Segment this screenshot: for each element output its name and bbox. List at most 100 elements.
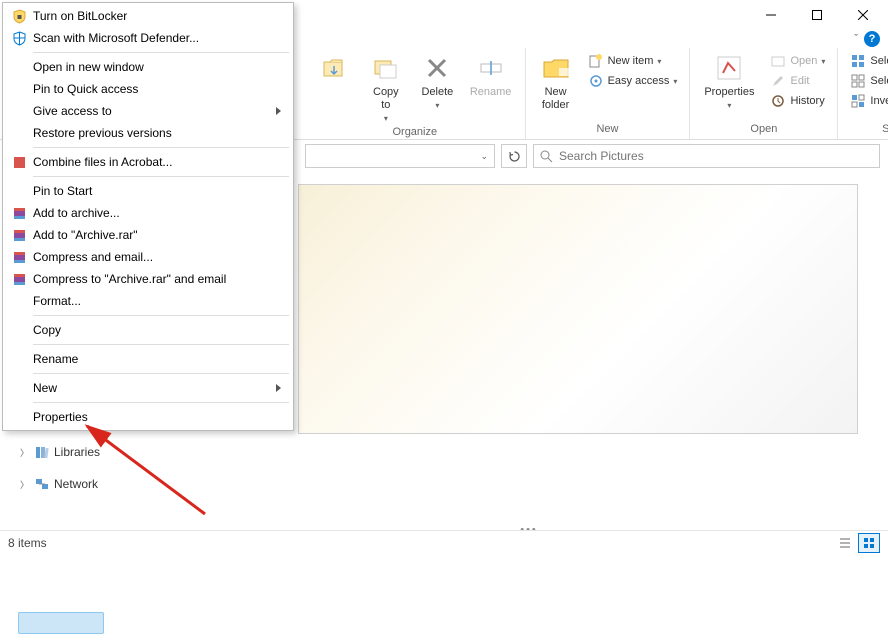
easy-access-label: Easy access bbox=[608, 75, 670, 87]
history-label: History bbox=[790, 95, 824, 107]
cm-compress-email-label: Compress and email... bbox=[33, 250, 153, 264]
new-item-label: New item bbox=[608, 55, 654, 67]
expand-icon[interactable]: 〉 bbox=[20, 446, 30, 459]
rename-button[interactable]: Rename bbox=[465, 50, 517, 101]
history-button[interactable]: History bbox=[766, 92, 829, 110]
status-bar: 8 items bbox=[0, 530, 888, 554]
open-button[interactable]: Open ▾ bbox=[766, 52, 829, 70]
properties-label: Properties bbox=[704, 86, 754, 99]
copy-to-icon bbox=[370, 52, 402, 84]
maximize-button[interactable] bbox=[794, 0, 840, 30]
cm-open-new-window[interactable]: Open in new window bbox=[5, 56, 291, 78]
easy-access-button[interactable]: Easy access▾ bbox=[584, 72, 682, 90]
search-box[interactable] bbox=[533, 144, 880, 168]
history-icon bbox=[770, 93, 786, 109]
chevron-down-icon: ▾ bbox=[821, 57, 825, 66]
ribbon-group-open: Properties ▾ Open ▾ Edit History Open bbox=[690, 48, 838, 139]
chevron-down-icon: ▾ bbox=[673, 77, 677, 86]
cm-separator bbox=[33, 176, 289, 177]
open-label: Open bbox=[790, 55, 817, 67]
cm-separator bbox=[33, 344, 289, 345]
cm-add-archive[interactable]: Add to archive... bbox=[5, 202, 291, 224]
copy-to-button[interactable]: Copy to ▾ bbox=[362, 50, 410, 126]
close-button[interactable] bbox=[840, 0, 886, 30]
new-folder-label: New folder bbox=[540, 86, 572, 112]
cm-pin-start-label: Pin to Start bbox=[33, 184, 92, 198]
delete-button[interactable]: Delete ▾ bbox=[416, 50, 459, 113]
group-label-select: Select bbox=[882, 123, 888, 137]
libraries-icon bbox=[34, 444, 50, 460]
move-to-button[interactable] bbox=[313, 50, 356, 86]
cm-new[interactable]: New bbox=[5, 377, 291, 399]
new-item-icon bbox=[588, 53, 604, 69]
cm-format[interactable]: Format... bbox=[5, 290, 291, 312]
cm-pin-quick[interactable]: Pin to Quick access bbox=[5, 78, 291, 100]
acrobat-icon bbox=[11, 154, 27, 170]
cm-properties[interactable]: Properties bbox=[5, 406, 291, 428]
chevron-down-icon: ▾ bbox=[727, 101, 731, 111]
new-item-button[interactable]: New item▾ bbox=[584, 52, 682, 70]
move-to-icon bbox=[318, 52, 350, 84]
rename-icon bbox=[475, 52, 507, 84]
view-thumbnails-button[interactable] bbox=[858, 533, 880, 553]
chevron-down-icon: ▾ bbox=[384, 114, 388, 124]
select-none-button[interactable]: Select none bbox=[846, 72, 888, 90]
open-icon bbox=[770, 53, 786, 69]
cm-bitlocker-label: Turn on BitLocker bbox=[33, 9, 127, 23]
minimize-button[interactable] bbox=[748, 0, 794, 30]
select-none-label: Select none bbox=[870, 75, 888, 87]
cm-restore[interactable]: Restore previous versions bbox=[5, 122, 291, 144]
invert-label: Invert selection bbox=[870, 95, 888, 107]
cm-defender[interactable]: Scan with Microsoft Defender... bbox=[5, 27, 291, 49]
rar-icon bbox=[11, 249, 27, 265]
edit-button[interactable]: Edit bbox=[766, 72, 829, 90]
rar-icon bbox=[11, 205, 27, 221]
view-details-button[interactable] bbox=[834, 533, 856, 553]
file-thumbnail-large[interactable]: ••• bbox=[298, 184, 858, 434]
chevron-up-icon[interactable]: ˇ bbox=[854, 33, 858, 45]
group-label-open: Open bbox=[750, 123, 777, 137]
cm-rename[interactable]: Rename bbox=[5, 348, 291, 370]
cm-acrobat[interactable]: Combine files in Acrobat... bbox=[5, 151, 291, 173]
chevron-down-icon[interactable]: ⌄ bbox=[480, 151, 488, 162]
expand-icon[interactable]: 〉 bbox=[20, 478, 30, 491]
address-bar[interactable]: ⌄ bbox=[305, 144, 495, 168]
select-all-label: Select all bbox=[870, 55, 888, 67]
selected-tree-item[interactable] bbox=[18, 612, 104, 634]
search-input[interactable] bbox=[559, 149, 873, 163]
help-icon[interactable]: ? bbox=[864, 31, 880, 47]
item-count: 8 items bbox=[8, 536, 47, 550]
properties-icon bbox=[713, 52, 745, 84]
cm-copy[interactable]: Copy bbox=[5, 319, 291, 341]
cm-compress-rar-email[interactable]: Compress to "Archive.rar" and email bbox=[5, 268, 291, 290]
ribbon-group-new: New folder New item▾ Easy access▾ New bbox=[526, 48, 691, 139]
cm-rename-label: Rename bbox=[33, 352, 78, 366]
defender-icon bbox=[11, 30, 27, 46]
refresh-button[interactable] bbox=[501, 144, 527, 168]
cm-compress-email[interactable]: Compress and email... bbox=[5, 246, 291, 268]
cm-pin-start[interactable]: Pin to Start bbox=[5, 180, 291, 202]
libraries-label: Libraries bbox=[54, 445, 100, 459]
cm-format-label: Format... bbox=[33, 294, 81, 308]
cm-bitlocker[interactable]: Turn on BitLocker bbox=[5, 5, 291, 27]
network-icon bbox=[34, 476, 50, 492]
tree-item-libraries[interactable]: 〉 Libraries bbox=[0, 442, 170, 462]
cm-separator bbox=[33, 373, 289, 374]
cm-defender-label: Scan with Microsoft Defender... bbox=[33, 31, 199, 45]
rar-icon bbox=[11, 227, 27, 243]
invert-selection-button[interactable]: Invert selection bbox=[846, 92, 888, 110]
new-folder-button[interactable]: New folder bbox=[534, 50, 578, 114]
cm-add-archive-rar[interactable]: Add to "Archive.rar" bbox=[5, 224, 291, 246]
rar-icon bbox=[11, 271, 27, 287]
cm-add-archive-rar-label: Add to "Archive.rar" bbox=[33, 228, 138, 242]
tree-item-network[interactable]: 〉 Network bbox=[0, 474, 170, 494]
properties-button[interactable]: Properties ▾ bbox=[698, 50, 760, 113]
cm-open-new-label: Open in new window bbox=[33, 60, 144, 74]
invert-icon bbox=[850, 93, 866, 109]
cm-give-access[interactable]: Give access to bbox=[5, 100, 291, 122]
select-all-button[interactable]: Select all bbox=[846, 52, 888, 70]
delete-icon bbox=[421, 52, 453, 84]
search-icon bbox=[540, 150, 553, 163]
network-label: Network bbox=[54, 477, 98, 491]
cm-add-archive-label: Add to archive... bbox=[33, 206, 120, 220]
